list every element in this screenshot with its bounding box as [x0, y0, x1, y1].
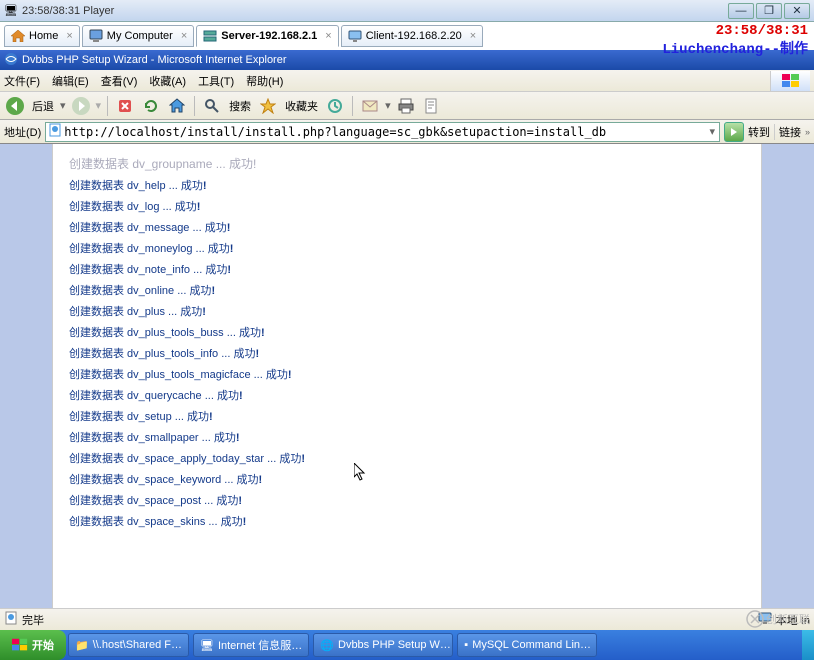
back-button[interactable] [4, 95, 26, 117]
minimize-button[interactable]: — [728, 3, 754, 19]
vm-tabs: Home × My Computer × Server-192.168.2.1 … [0, 22, 814, 50]
close-icon[interactable]: × [181, 30, 187, 42]
cmd-icon: ▪ [464, 639, 468, 651]
taskbar-item[interactable]: 🌐 Dvbbs PHP Setup W… [313, 633, 453, 657]
folder-icon: 📁 [75, 639, 89, 652]
back-label: 后退 [32, 98, 54, 114]
history-button[interactable] [324, 95, 346, 117]
url-field[interactable]: ▾ [45, 122, 720, 142]
favorites-label: 收藏夹 [285, 98, 318, 114]
start-label: 开始 [32, 637, 54, 653]
tab-label: Home [29, 30, 58, 42]
taskbar-item[interactable]: ▪ MySQL Command Lin… [457, 633, 597, 657]
taskbar-item[interactable]: 🖥 Internet 信息服… [193, 633, 309, 657]
page-viewport: 创建数据表 dv_groupname ... 成功! 创建数据表 dv_help… [0, 144, 814, 608]
install-log-line: 创建数据表 dv_plus_tools_info ... 成功! [69, 345, 745, 361]
page-icon [48, 123, 62, 140]
ie-menubar: 文件(F) 编辑(E) 查看(V) 收藏(A) 工具(T) 帮助(H) [0, 70, 814, 92]
close-button[interactable]: ✕ [784, 3, 810, 19]
menu-view[interactable]: 查看(V) [101, 73, 138, 89]
tab-label: Server-192.168.2.1 [221, 30, 317, 42]
close-icon[interactable]: × [470, 30, 476, 42]
address-label: 地址(D) [4, 124, 41, 140]
install-log-line: 创建数据表 dv_space_apply_today_star ... 成功! [69, 450, 745, 466]
install-log-line: 创建数据表 dv_plus_tools_magicface ... 成功! [69, 366, 745, 382]
forward-button [70, 95, 92, 117]
url-dropdown-icon[interactable]: ▾ [707, 125, 717, 138]
ie-title-text: Dvbbs PHP Setup Wizard - Microsoft Inter… [22, 54, 287, 66]
windows-taskbar: 开始 📁 \\.host\Shared F… 🖥 Internet 信息服… 🌐… [0, 630, 814, 660]
install-log-line: 创建数据表 dv_querycache ... 成功! [69, 387, 745, 403]
server-icon [203, 29, 217, 43]
menu-tools[interactable]: 工具(T) [198, 73, 234, 89]
player-icon: 🖥 [4, 4, 18, 17]
install-log-line: 创建数据表 dv_setup ... 成功! [69, 408, 745, 424]
edit-button[interactable] [421, 95, 443, 117]
page-content[interactable]: 创建数据表 dv_groupname ... 成功! 创建数据表 dv_help… [52, 144, 762, 608]
iis-icon: 🖥 [200, 639, 214, 652]
install-log-line: 创建数据表 dv_moneylog ... 成功! [69, 240, 745, 256]
links-label[interactable]: 链接 [774, 124, 801, 140]
links-chevron-icon[interactable]: » [805, 127, 810, 137]
tab-server[interactable]: Server-192.168.2.1 × [196, 25, 338, 47]
ie-statusbar: 完毕 本地 In [0, 608, 814, 630]
menu-help[interactable]: 帮助(H) [246, 73, 283, 89]
status-text: 完毕 [22, 612, 44, 628]
ie-icon [4, 52, 18, 69]
maximize-button[interactable]: ❐ [756, 3, 782, 19]
windows-flag-icon [770, 71, 810, 91]
close-icon[interactable]: × [66, 30, 72, 42]
install-log-line: 创建数据表 dv_message ... 成功! [69, 219, 745, 235]
mail-button[interactable] [359, 95, 381, 117]
install-log-line-faded: 创建数据表 dv_groupname ... 成功! [69, 155, 745, 172]
tab-client[interactable]: Client-192.168.2.20 × [341, 25, 483, 47]
print-button[interactable] [395, 95, 417, 117]
menu-file[interactable]: 文件(F) [4, 73, 40, 89]
stop-button[interactable] [114, 95, 136, 117]
favorites-button[interactable] [257, 95, 279, 117]
home-button[interactable] [166, 95, 188, 117]
install-log-line: 创建数据表 dv_online ... 成功! [69, 282, 745, 298]
player-titlebar: 🖥 23:58/38:31 Player — ❐ ✕ [0, 0, 814, 22]
client-icon [348, 29, 362, 43]
forward-dropdown-icon[interactable]: ▾ [96, 99, 102, 112]
overlay-time: 23:58/38:31 [716, 23, 808, 39]
back-dropdown-icon[interactable]: ▾ [60, 99, 66, 112]
tab-label: Client-192.168.2.20 [366, 30, 462, 42]
ie-icon: 🌐 [320, 639, 334, 652]
tab-label: My Computer [107, 30, 173, 42]
install-log-line: 创建数据表 dv_space_post ... 成功! [69, 492, 745, 508]
install-log-line: 创建数据表 dv_help ... 成功! [69, 177, 745, 193]
url-input[interactable] [64, 125, 705, 139]
go-label: 转到 [748, 124, 770, 140]
menu-fav[interactable]: 收藏(A) [149, 73, 186, 89]
menu-edit[interactable]: 编辑(E) [52, 73, 89, 89]
install-log-line: 创建数据表 dv_space_keyword ... 成功! [69, 471, 745, 487]
tab-mycomputer[interactable]: My Computer × [82, 25, 194, 47]
install-log-line: 创建数据表 dv_plus_tools_buss ... 成功! [69, 324, 745, 340]
install-log-line: 创建数据表 dv_log ... 成功! [69, 198, 745, 214]
refresh-button[interactable] [140, 95, 162, 117]
computer-icon [89, 29, 103, 43]
home-icon [11, 29, 25, 43]
tab-home[interactable]: Home × [4, 25, 80, 47]
overlay-author: Liuchenchang--制作 [662, 38, 808, 58]
search-button[interactable] [201, 95, 223, 117]
close-icon[interactable]: × [325, 30, 331, 42]
install-log-line: 创建数据表 dv_space_skins ... 成功! [69, 513, 745, 529]
start-button[interactable]: 开始 [0, 630, 66, 660]
search-label: 搜索 [229, 98, 251, 114]
install-log-line: 创建数据表 dv_plus ... 成功! [69, 303, 745, 319]
install-log-line: 创建数据表 dv_note_info ... 成功! [69, 261, 745, 277]
done-icon [4, 611, 18, 628]
install-log-line: 创建数据表 dv_smallpaper ... 成功! [69, 429, 745, 445]
mail-dropdown-icon[interactable]: ▾ [385, 99, 391, 112]
address-bar: 地址(D) ▾ 转到 链接 » [0, 120, 814, 144]
system-tray[interactable] [802, 630, 814, 660]
watermark: 创新互联 [746, 610, 810, 628]
go-button[interactable] [724, 122, 744, 142]
ie-toolbar: 后退 ▾ ▾ 搜索 收藏夹 ▾ [0, 92, 814, 120]
taskbar-item[interactable]: 📁 \\.host\Shared F… [68, 633, 189, 657]
player-title: 23:58/38:31 Player [22, 5, 114, 17]
